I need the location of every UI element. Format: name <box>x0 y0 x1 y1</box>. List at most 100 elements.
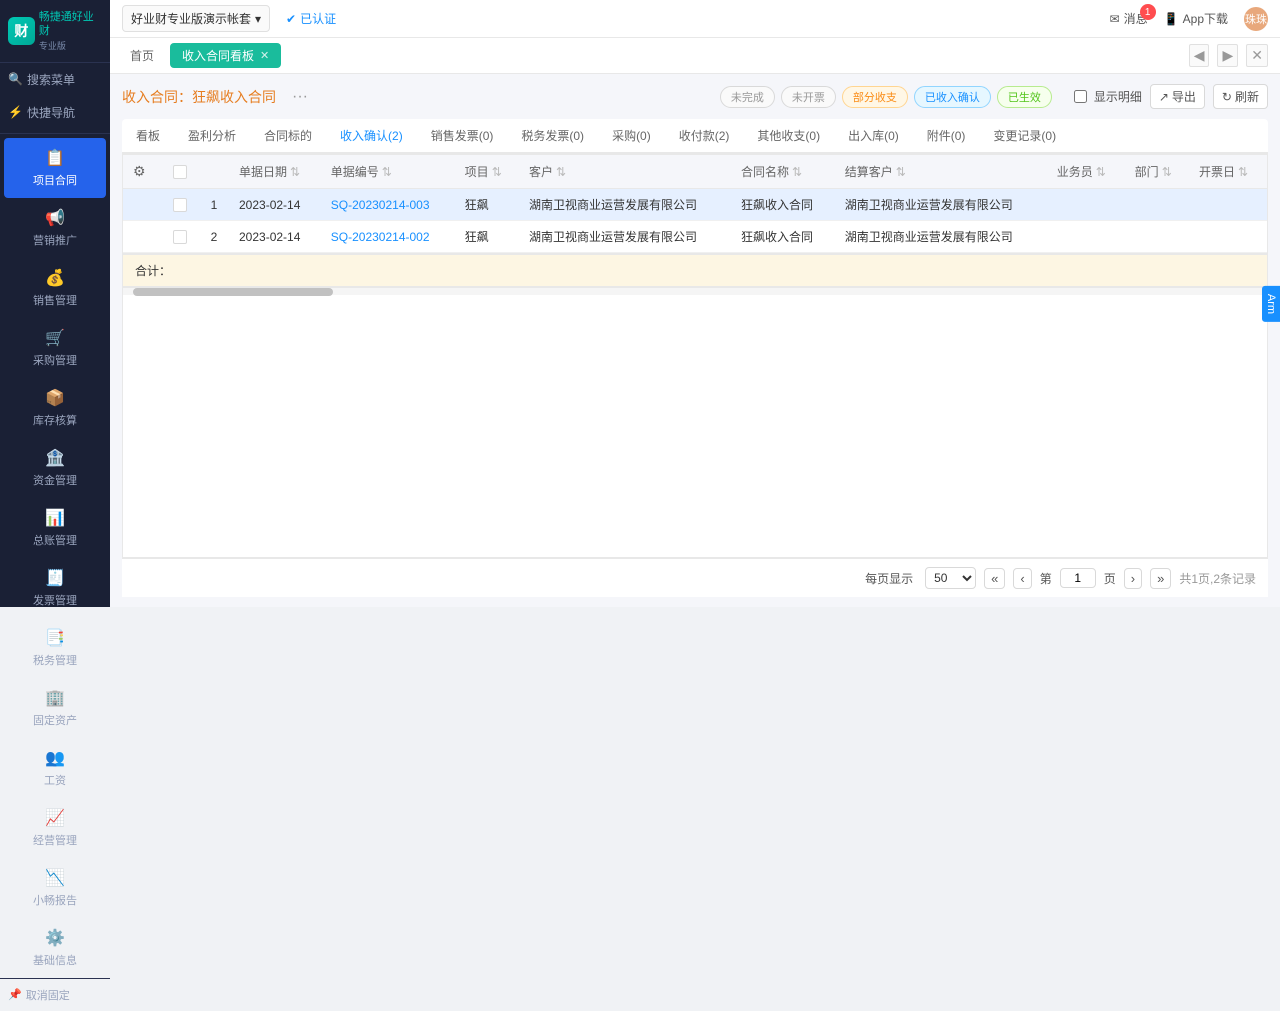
sidebar-search-menu[interactable]: 🔍 搜索菜单 <box>0 63 110 96</box>
row-settings-cell <box>123 189 163 221</box>
row-order-no[interactable]: SQ-20230214-003 <box>321 189 455 221</box>
table-header: ⚙ 单据日期⇅ 单据编号⇅ 项目⇅ 客户⇅ 合同名称⇅ 结算客户⇅ 业务员⇅ <box>123 155 1267 189</box>
table-container[interactable]: ⚙ 单据日期⇅ 单据编号⇅ 项目⇅ 客户⇅ 合同名称⇅ 结算客户⇅ 业务员⇅ <box>122 154 1268 558</box>
sub-tab-其他收支[interactable]: 其他收支(0) <box>743 119 834 154</box>
row-order-no[interactable]: SQ-20230214-002 <box>321 221 455 253</box>
tab-next-btn[interactable]: ▶ <box>1217 44 1238 67</box>
sidebar-item-capital[interactable]: 🏦资金管理 <box>0 438 110 498</box>
tab-close-icon[interactable]: ✕ <box>260 49 269 62</box>
sidebar-icon-project: 📋 <box>45 148 65 168</box>
sub-tab-附件[interactable]: 附件(0) <box>913 119 980 154</box>
page-number-input[interactable] <box>1060 568 1096 588</box>
tab-prev-btn[interactable]: ◀ <box>1189 44 1210 67</box>
page-prev-btn[interactable]: ‹ <box>1013 568 1031 589</box>
status-tags: 未完成未开票部分收支已收入确认已生效 <box>720 86 1052 108</box>
certified-badge: ✔ 已认证 <box>286 10 336 27</box>
tab-income-contract[interactable]: 收入合同看板 ✕ <box>170 43 281 68</box>
th-settings: ⚙ <box>123 155 163 189</box>
order-no-link[interactable]: SQ-20230214-002 <box>331 230 430 244</box>
th-date[interactable]: 单据日期⇅ <box>229 155 321 189</box>
sub-tab-出入库[interactable]: 出入库(0) <box>834 119 913 154</box>
th-settlement-customer[interactable]: 结算客户⇅ <box>835 155 1047 189</box>
row-customer: 湖南卫视商业运营发展有限公司 <box>519 189 731 221</box>
row-check-cell[interactable] <box>163 189 199 221</box>
th-project[interactable]: 项目⇅ <box>455 155 519 189</box>
table-row[interactable]: 2 2023-02-14 SQ-20230214-002 狂飙 湖南卫视商业运营… <box>123 221 1267 253</box>
sidebar-item-general[interactable]: 📊总账管理 <box>0 498 110 558</box>
sidebar-item-purchase[interactable]: 🛒采购管理 <box>0 318 110 378</box>
sub-tab-看板[interactable]: 看板 <box>122 119 174 154</box>
th-row-num <box>199 155 229 189</box>
row-checkbox[interactable] <box>173 198 187 212</box>
export-btn[interactable]: ↗ 导出 <box>1150 84 1205 109</box>
sidebar-item-base[interactable]: ⚙️基础信息 <box>0 918 110 978</box>
sidebar-item-tax[interactable]: 📑税务管理 <box>0 618 110 678</box>
sub-tab-销售发票[interactable]: 销售发票(0) <box>417 119 508 154</box>
sidebar-item-report[interactable]: 📉小畅报告 <box>0 858 110 918</box>
row-check-cell[interactable] <box>163 221 199 253</box>
sub-tab-收入确认[interactable]: 收入确认(2) <box>326 119 417 154</box>
th-open-date[interactable]: 开票日⇅ <box>1189 155 1267 189</box>
page-next-btn[interactable]: › <box>1124 568 1142 589</box>
sidebar-item-ops[interactable]: 📈经营管理 <box>0 798 110 858</box>
th-department[interactable]: 部门⇅ <box>1125 155 1189 189</box>
sub-tab-采购[interactable]: 采购(0) <box>598 119 665 154</box>
company-dropdown-icon: ▾ <box>255 12 261 26</box>
sidebar-item-project[interactable]: 📋项目合同 <box>4 138 106 198</box>
table-body: 1 2023-02-14 SQ-20230214-003 狂飙 湖南卫视商业运营… <box>123 189 1267 253</box>
tab-home[interactable]: 首页 <box>122 47 162 64</box>
sidebar-icon-general: 📊 <box>45 508 65 528</box>
export-icon: ↗ <box>1159 90 1169 104</box>
sidebar-item-sales[interactable]: 💰销售管理 <box>0 258 110 318</box>
message-btn[interactable]: ✉ 1 消息 <box>1110 10 1148 27</box>
sidebar-label-inventory: 库存核算 <box>33 412 77 428</box>
sidebar-label-report: 小畅报告 <box>33 892 77 908</box>
th-salesperson[interactable]: 业务员⇅ <box>1047 155 1125 189</box>
sub-tab-税务发票[interactable]: 税务发票(0) <box>507 119 598 154</box>
status-tag-未开票[interactable]: 未开票 <box>781 86 836 108</box>
page-first-btn[interactable]: « <box>984 568 1005 589</box>
sub-tab-合同标的[interactable]: 合同标的 <box>250 119 326 154</box>
order-no-link[interactable]: SQ-20230214-003 <box>331 198 430 212</box>
sidebar-item-inventory[interactable]: 📦库存核算 <box>0 378 110 438</box>
sidebar-label-marketing: 营销推广 <box>33 232 77 248</box>
status-tag-已收入确认[interactable]: 已收入确认 <box>914 86 991 108</box>
right-edge-arm-icon[interactable]: Arm <box>1262 285 1280 321</box>
gear-icon[interactable]: ⚙ <box>133 163 146 179</box>
row-number: 2 <box>199 221 229 253</box>
sub-tab-变更记录[interactable]: 变更记录(0) <box>979 119 1070 154</box>
show-detail-checkbox-label[interactable]: 显示明细 <box>1074 88 1142 105</box>
th-customer[interactable]: 客户⇅ <box>519 155 731 189</box>
horizontal-scrollbar-track[interactable] <box>123 287 1267 295</box>
refresh-btn[interactable]: ↻ 刷新 <box>1213 84 1268 109</box>
app-download-btn[interactable]: 📱 App下载 <box>1164 10 1228 27</box>
sidebar-icon-ops: 📈 <box>45 808 65 828</box>
status-tag-未完成[interactable]: 未完成 <box>720 86 775 108</box>
more-options-btn[interactable]: ··· <box>288 88 312 106</box>
sidebar-unpin-btn[interactable]: 📌 取消固定 <box>0 978 110 1011</box>
row-checkbox[interactable] <box>173 230 187 244</box>
page-last-btn[interactable]: » <box>1150 568 1171 589</box>
sub-tab-盈利分析[interactable]: 盈利分析 <box>174 119 250 154</box>
sidebar-quick-nav[interactable]: ⚡ 快捷导航 <box>0 96 110 129</box>
horizontal-scrollbar-thumb[interactable] <box>133 288 333 296</box>
sidebar: 财 畅捷通好业财 专业版 🔍 搜索菜单 ⚡ 快捷导航 📋项目合同📢营销推广💰销售… <box>0 0 110 607</box>
th-order-no[interactable]: 单据编号⇅ <box>321 155 455 189</box>
row-open-date <box>1189 221 1267 253</box>
company-selector[interactable]: 好业财专业版演示帐套 ▾ <box>122 5 270 32</box>
show-detail-checkbox[interactable] <box>1074 90 1087 103</box>
sidebar-item-invoice[interactable]: 🧾发票管理 <box>0 558 110 618</box>
sidebar-item-hr[interactable]: 👥工资 <box>0 738 110 798</box>
sidebar-item-asset[interactable]: 🏢固定资产 <box>0 678 110 738</box>
sub-tab-收付款[interactable]: 收付款(2) <box>665 119 744 154</box>
tab-close-btn[interactable]: ✕ <box>1246 44 1268 67</box>
table-row[interactable]: 1 2023-02-14 SQ-20230214-003 狂飙 湖南卫视商业运营… <box>123 189 1267 221</box>
sidebar-item-marketing[interactable]: 📢营销推广 <box>0 198 110 258</box>
page-size-select[interactable]: 102050100 <box>925 567 976 589</box>
th-contract-name[interactable]: 合同名称⇅ <box>731 155 835 189</box>
status-tag-已生效[interactable]: 已生效 <box>997 86 1052 108</box>
user-profile-btn[interactable]: 珠珠 <box>1244 7 1268 31</box>
select-all-checkbox[interactable] <box>173 165 187 179</box>
row-project: 狂飙 <box>455 221 519 253</box>
status-tag-部分收支[interactable]: 部分收支 <box>842 86 908 108</box>
